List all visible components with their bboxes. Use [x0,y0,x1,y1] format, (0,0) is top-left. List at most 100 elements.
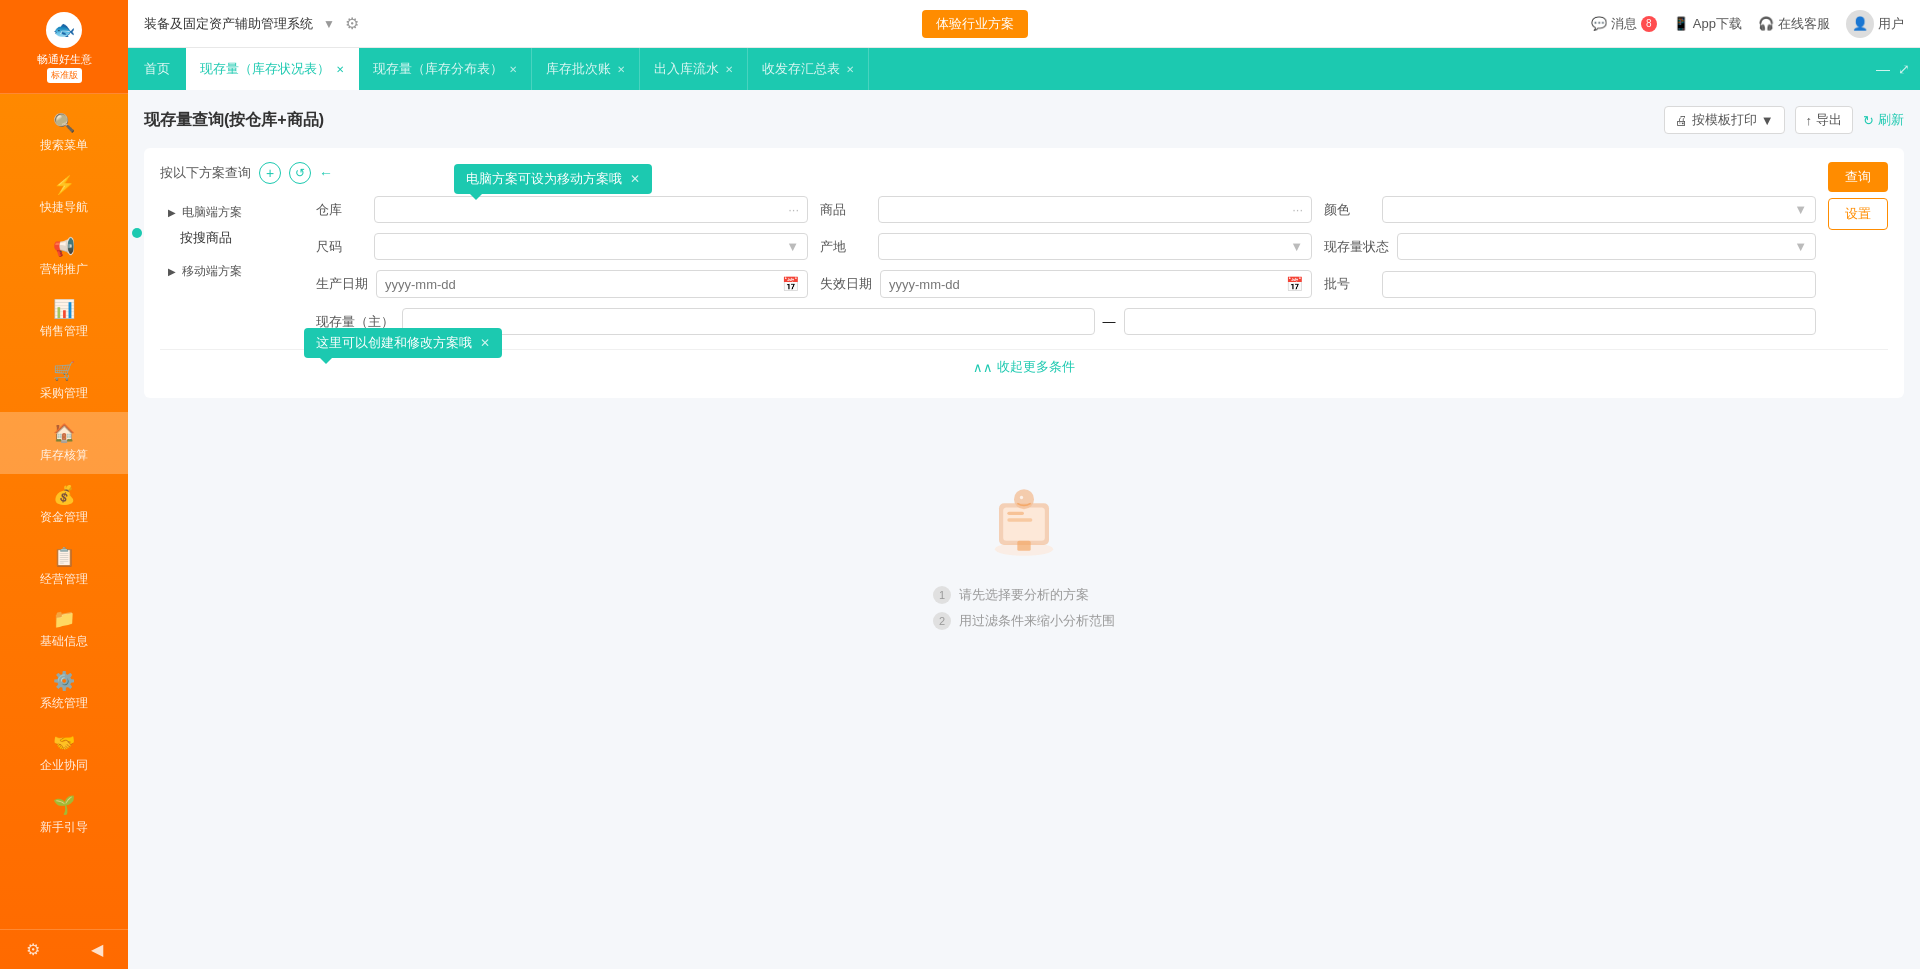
filter-add-btn[interactable]: + [259,162,281,184]
empty-illustration [974,470,1074,570]
scheme-item-search[interactable]: 按搜商品 [160,225,300,251]
sidebar-item-label: 销售管理 [40,323,88,340]
filter-refresh-btn[interactable]: ↺ [289,162,311,184]
sidebar-item-search[interactable]: 🔍 搜索菜单 [0,102,128,164]
tooltip-text: 这里可以创建和修改方案哦 [316,334,472,352]
app-download-btn[interactable]: 📱 App下载 [1673,15,1742,33]
tab-close-icon[interactable]: ✕ [336,64,344,75]
tab-label: 收发存汇总表 [762,60,840,78]
calendar-icon-2[interactable]: 📅 [1286,276,1303,292]
tab-expand-btn[interactable]: ⤢ [1898,61,1910,77]
export-label: 导出 [1816,111,1842,129]
chevron-down-icon: ▼ [1794,202,1807,217]
size-select[interactable]: ▼ [374,233,808,260]
tab-minimize-btn[interactable]: — [1876,61,1890,77]
qty-separator: — [1103,314,1116,329]
export-btn[interactable]: ↑ 导出 [1795,106,1854,134]
collapse-arrow-mobile[interactable]: ▶ [168,266,176,277]
warehouse-select[interactable]: ··· [374,196,808,223]
phone-icon: 📱 [1673,16,1689,31]
tab-batch-account[interactable]: 库存批次账 ✕ [532,48,640,90]
color-select[interactable]: ▼ [1382,196,1816,223]
qty-max-input[interactable] [1124,308,1817,335]
sidebar-item-label: 企业协同 [40,757,88,774]
origin-select[interactable]: ▼ [878,233,1312,260]
trial-btn[interactable]: 体验行业方案 [922,10,1028,38]
section-label: 电脑端方案 [182,204,242,221]
filter-row-2: 尺码 ▼ 产地 ▼ [316,233,1816,260]
chevron-down-icon2: ▼ [786,239,799,254]
svg-rect-3 [1007,512,1024,515]
sidebar-settings-btn[interactable]: ⚙ [26,940,40,959]
sidebar-item-purchase[interactable]: 🛒 采购管理 [0,350,128,412]
tab-collect-send[interactable]: 收发存汇总表 ✕ [748,48,869,90]
filter-field-size: 尺码 ▼ [316,233,808,260]
topbar-settings-btn[interactable]: ⚙ [345,14,359,33]
tab-stock-dist[interactable]: 现存量（库存分布表） ✕ [359,48,532,90]
print-btn[interactable]: 🖨 按模板打印 ▼ [1664,106,1785,134]
goods-select[interactable]: ··· [878,196,1312,223]
topbar-left: 装备及固定资产辅助管理系统 ▼ ⚙ [144,14,359,33]
refresh-btn[interactable]: ↻ 刷新 [1863,111,1904,129]
tab-in-out-flow[interactable]: 出入库流水 ✕ [640,48,748,90]
tip-num-2: 2 [933,612,951,630]
sidebar-item-enterprise[interactable]: 🤝 企业协同 [0,722,128,784]
expire-date-input[interactable]: 📅 [880,270,1312,298]
sidebar-item-quick[interactable]: ⚡ 快捷导航 [0,164,128,226]
tab-stock-status[interactable]: 现存量（库存状况表） ✕ [186,48,359,90]
filter-field-warehouse: 仓库 ··· [316,196,808,223]
sidebar-item-system[interactable]: ⚙️ 系统管理 [0,660,128,722]
online-support-btn[interactable]: 🎧 在线客服 [1758,15,1830,33]
user-avatar-btn[interactable]: 👤 用户 [1846,10,1904,38]
tab-close-icon[interactable]: ✕ [725,64,733,75]
query-btn[interactable]: 查询 [1828,162,1888,192]
empty-state: 1 请先选择要分析的方案 2 用过滤条件来缩小分析范围 [144,410,1904,690]
print-label: 按模板打印 [1692,111,1757,129]
tab-close-icon[interactable]: ✕ [617,64,625,75]
reset-btn[interactable]: 设置 [1828,198,1888,230]
search-icon: 🔍 [53,112,75,134]
batch-input[interactable] [1382,271,1816,298]
tooltip-close-btn2[interactable]: ✕ [480,336,490,350]
scheme-section-desktop: ▶ 电脑端方案 按搜商品 [160,196,300,255]
sidebar-item-finance[interactable]: 💰 资金管理 [0,474,128,536]
topbar: 装备及固定资产辅助管理系统 ▼ ⚙ 体验行业方案 💬 消息 8 📱 App下载 … [128,0,1920,48]
sidebar-item-inventory[interactable]: 🏠 库存核算 [0,412,128,474]
sidebar-item-operations[interactable]: 📋 经营管理 [0,536,128,598]
tooltip-close-btn[interactable]: ✕ [630,172,640,186]
prod-date-input[interactable]: 📅 [376,270,808,298]
tab-home[interactable]: 首页 [128,48,186,90]
sidebar-item-guide[interactable]: 🌱 新手引导 [0,784,128,846]
app-download-label: App下载 [1693,15,1742,33]
stock-status-select[interactable]: ▼ [1397,233,1816,260]
calendar-icon-1[interactable]: 📅 [782,276,799,292]
sidebar-item-marketing[interactable]: 📢 营销推广 [0,226,128,288]
svg-rect-4 [1007,518,1032,521]
sidebar-bottom: ⚙ ◀ [0,929,128,969]
purchase-icon: 🛒 [53,360,75,382]
filter-left-arrow[interactable]: ← [319,165,333,181]
dots-icon: ··· [788,202,799,217]
page-header: 现存量查询(按仓库+商品) 🖨 按模板打印 ▼ ↑ 导出 ↻ 刷新 [144,106,1904,134]
tooltip-create-scheme: 这里可以创建和修改方案哦 ✕ [304,328,502,358]
scheme-panel: ▶ 电脑端方案 按搜商品 ▶ 移动端方案 [160,196,300,339]
sales-icon: 📊 [53,298,75,320]
page-actions: 🖨 按模板打印 ▼ ↑ 导出 ↻ 刷新 [1664,106,1904,134]
tabbar: 首页 现存量（库存状况表） ✕ 现存量（库存分布表） ✕ 库存批次账 ✕ 出入库… [128,48,1920,90]
tab-close-icon[interactable]: ✕ [509,64,517,75]
export-icon: ↑ [1806,113,1813,128]
guide-icon: 🌱 [53,794,75,816]
tooltip-scheme: 电脑方案可设为移动方案哦 ✕ [454,164,652,194]
sidebar-collapse-btn[interactable]: ◀ [91,940,103,959]
system-dropdown-btn[interactable]: ▼ [323,17,335,31]
qty-min-input[interactable] [402,308,1095,335]
expire-date-field[interactable] [889,277,1286,292]
message-btn[interactable]: 💬 消息 8 [1591,15,1657,33]
prod-date-field[interactable] [385,277,782,292]
sidebar-item-sales[interactable]: 📊 销售管理 [0,288,128,350]
sidebar-item-label: 库存核算 [40,447,88,464]
tab-close-icon[interactable]: ✕ [846,64,854,75]
collapse-arrow[interactable]: ▶ [168,207,176,218]
sidebar-item-base[interactable]: 📁 基础信息 [0,598,128,660]
filter-field-color: 颜色 ▼ [1324,196,1816,223]
